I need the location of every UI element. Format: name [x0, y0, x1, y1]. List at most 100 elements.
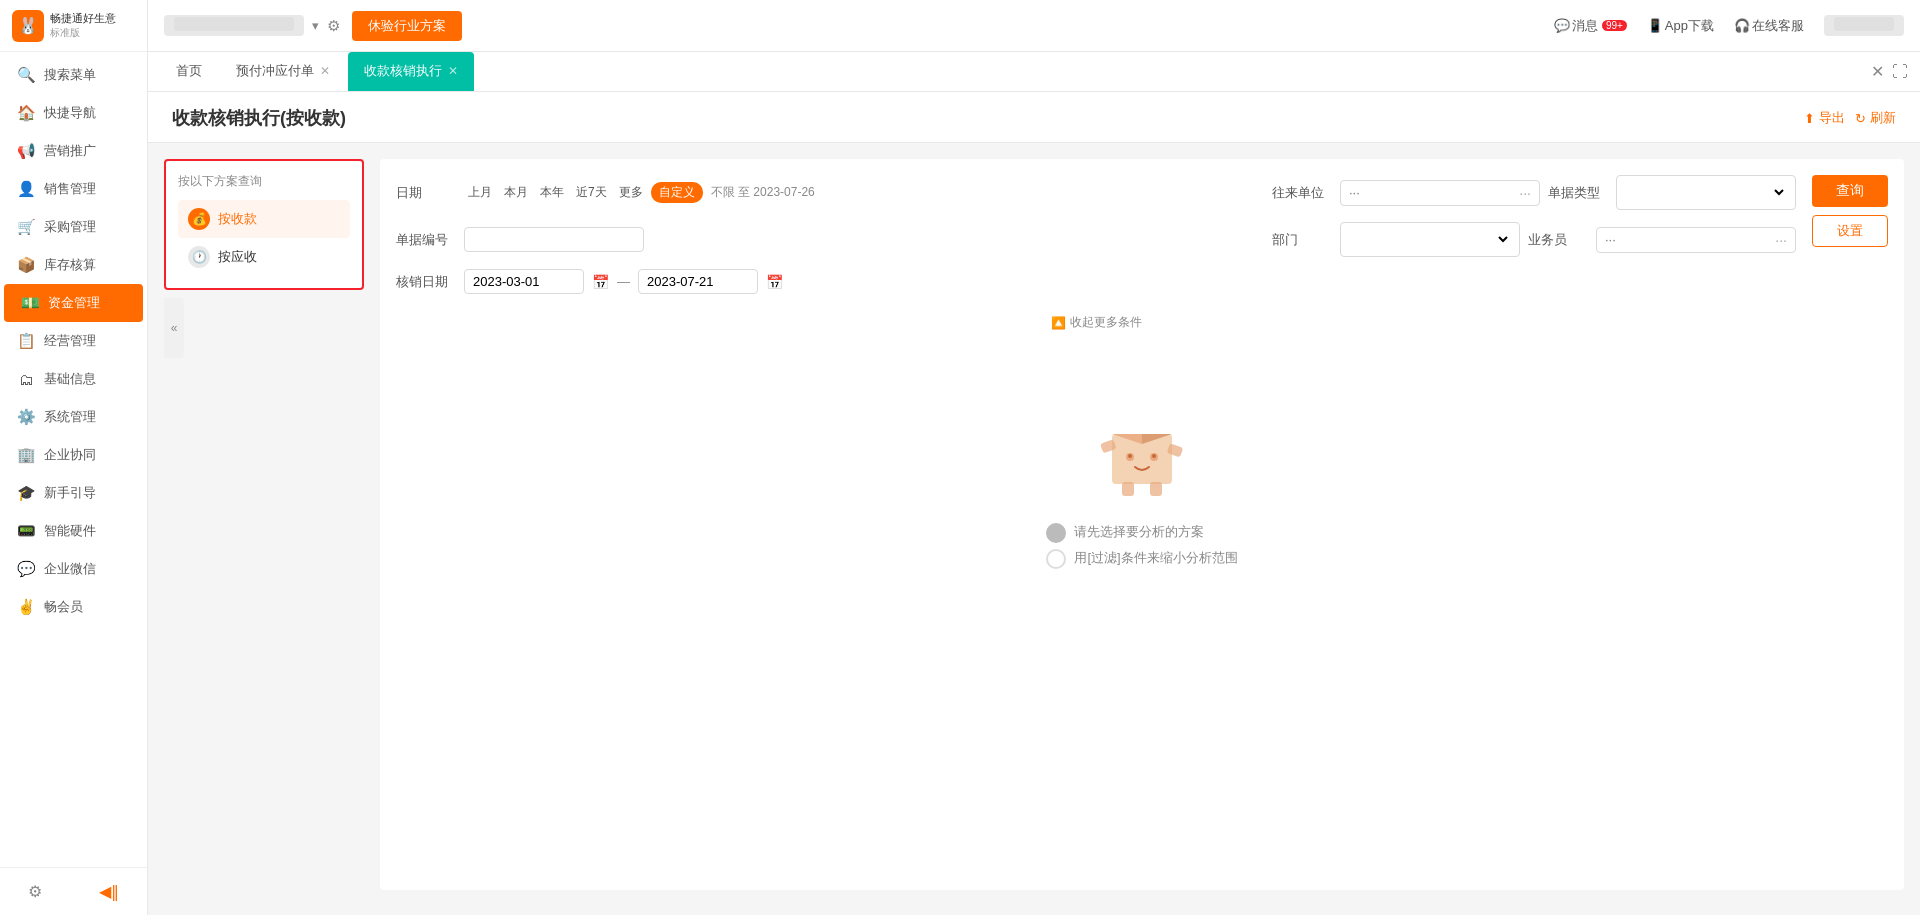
salesperson-input[interactable]	[1605, 232, 1775, 247]
sidebar-item-quick-nav[interactable]: 🏠 快捷导航	[0, 94, 147, 132]
doc-type-label: 单据类型	[1548, 184, 1608, 202]
empty-hint-1: 请先选择要分析的方案	[1046, 519, 1237, 545]
guide-icon: 🎓	[16, 484, 36, 502]
topbar-settings-icon[interactable]: ⚙	[327, 17, 340, 35]
doc-no-input[interactable]	[464, 227, 644, 252]
writeoff-date-col: 核销日期 📅 — 📅	[396, 269, 1796, 294]
writeoff-end-input[interactable]	[638, 269, 758, 294]
sidebar-item-wechat[interactable]: 💬 企业微信	[0, 550, 147, 588]
sidebar-item-purchase[interactable]: 🛒 采购管理	[0, 208, 147, 246]
date-btn-more[interactable]: 更多	[615, 182, 647, 203]
topbar-dropdown-icon[interactable]: ▾	[312, 18, 319, 33]
operations-icon: 📋	[16, 332, 36, 350]
headset-icon: 🎧	[1734, 18, 1750, 33]
content-area: 收款核销执行(按收款) ⬆ 导出 ↻ 刷新 按以下方案查询 💰	[148, 92, 1920, 915]
collapse-more-conditions[interactable]: 🔼 收起更多条件	[396, 306, 1796, 339]
inventory-icon: 📦	[16, 256, 36, 274]
industry-btn[interactable]: 休验行业方案	[352, 11, 462, 41]
marketing-icon: 📢	[16, 142, 36, 160]
enterprise-icon: 🏢	[16, 446, 36, 464]
writeoff-start-input[interactable]	[464, 269, 584, 294]
date-col: 日期 上月 本月 本年 近7天 更多 自定义	[396, 182, 1264, 203]
filter-by-receipt[interactable]: 💰 按收款	[178, 200, 350, 238]
settings-footer-icon[interactable]: ⚙	[28, 882, 42, 901]
salesperson-more-icon[interactable]: ···	[1775, 232, 1787, 248]
tab-home[interactable]: 首页	[160, 52, 218, 91]
quick-nav-icon: 🏠	[16, 104, 36, 122]
tab-receipt-close[interactable]: ✕	[448, 64, 458, 78]
date-separator: —	[617, 274, 630, 289]
svg-point-3	[1128, 454, 1132, 458]
counterpart-more-icon[interactable]: ···	[1519, 185, 1531, 201]
filter-box: 按以下方案查询 💰 按收款 🕐 按应收	[164, 159, 364, 290]
sidebar-item-inventory[interactable]: 📦 库存核算	[0, 246, 147, 284]
form-row-3: 核销日期 📅 — 📅	[396, 269, 1796, 294]
purchase-icon: 🛒	[16, 218, 36, 236]
wechat-icon: 💬	[16, 560, 36, 578]
sidebar-item-vip[interactable]: ✌ 畅会员	[0, 588, 147, 626]
filter-collapse-btn[interactable]: «	[164, 298, 184, 358]
app-download-btn[interactable]: 📱 App下载	[1647, 17, 1714, 35]
user-info[interactable]	[1824, 15, 1904, 36]
date-btn-this-month[interactable]: 本月	[500, 182, 532, 203]
collapse-sidebar-btn[interactable]: ◀‖	[99, 882, 119, 901]
action-buttons: 查询 设置	[1812, 175, 1888, 247]
settings-btn[interactable]: 设置	[1812, 215, 1888, 247]
sidebar-item-sales[interactable]: 👤 销售管理	[0, 170, 147, 208]
counterpart-input[interactable]	[1349, 185, 1519, 200]
filter-receivable-icon: 🕐	[188, 246, 210, 268]
tab-prepay[interactable]: 预付冲应付单 ✕	[220, 52, 346, 91]
filter-by-receivable[interactable]: 🕐 按应收	[178, 238, 350, 276]
tab-close-all-icon[interactable]: ✕	[1871, 62, 1884, 81]
sidebar-item-smart-hw[interactable]: 📟 智能硬件	[0, 512, 147, 550]
date-btn-this-year[interactable]: 本年	[536, 182, 568, 203]
form-row-1: 日期 上月 本月 本年 近7天 更多 自定义	[396, 175, 1796, 210]
collapse-more-icon: 🔼	[1051, 316, 1066, 330]
export-icon: ⬆	[1804, 111, 1815, 126]
sidebar-item-basic-info[interactable]: 🗂 基础信息	[0, 360, 147, 398]
sidebar-item-guide[interactable]: 🎓 新手引导	[0, 474, 147, 512]
empty-hint-2: 用[过滤]条件来缩小分析范围	[1046, 545, 1237, 571]
date-btn-7days[interactable]: 近7天	[572, 182, 611, 203]
main-area: ▾ ⚙ 休验行业方案 💬 消息 99+ 📱 App下载 🎧 在线客服	[148, 0, 1920, 915]
dept-col: 部门	[1272, 222, 1520, 257]
tab-expand-icon[interactable]: ⛶	[1892, 63, 1908, 81]
counterpart-label: 往来单位	[1272, 184, 1332, 202]
date-buttons: 上月 本月 本年 近7天 更多 自定义 不限 至 2023-07-26	[464, 182, 815, 203]
sidebar-item-system[interactable]: ⚙️ 系统管理	[0, 398, 147, 436]
page-header: 收款核销执行(按收款) ⬆ 导出 ↻ 刷新	[148, 92, 1920, 143]
date-range-text: 不限 至 2023-07-26	[711, 184, 815, 201]
doc-type-select[interactable]	[1625, 180, 1787, 205]
sidebar-item-finance[interactable]: 💵 资金管理	[4, 284, 143, 322]
sidebar: 🐰 畅捷通好生意 标准版 🔍 搜索菜单 🏠 快捷导航 📢 营销推广 👤 销售管理…	[0, 0, 148, 915]
message-btn[interactable]: 💬 消息 99+	[1554, 17, 1627, 35]
filter-receipt-icon: 💰	[188, 208, 210, 230]
doc-no-col: 单据编号	[396, 227, 1264, 252]
message-badge: 99+	[1602, 20, 1627, 31]
writeoff-end-calendar-icon[interactable]: 📅	[766, 274, 783, 290]
svg-rect-6	[1150, 482, 1162, 496]
sales-icon: 👤	[16, 180, 36, 198]
writeoff-date-label: 核销日期	[396, 273, 456, 291]
form-row-2: 单据编号 部门	[396, 222, 1796, 257]
date-btn-last-month[interactable]: 上月	[464, 182, 496, 203]
salesperson-input-wrap: ···	[1596, 227, 1796, 253]
export-btn[interactable]: ⬆ 导出	[1804, 109, 1845, 127]
sidebar-item-enterprise[interactable]: 🏢 企业协同	[0, 436, 147, 474]
tab-receipt[interactable]: 收款核销执行 ✕	[348, 52, 474, 91]
online-service-btn[interactable]: 🎧 在线客服	[1734, 17, 1804, 35]
tab-prepay-close[interactable]: ✕	[320, 64, 330, 78]
writeoff-start-calendar-icon[interactable]: 📅	[592, 274, 609, 290]
refresh-btn[interactable]: ↻ 刷新	[1855, 109, 1896, 127]
date-btn-custom[interactable]: 自定义	[651, 182, 703, 203]
salesperson-label: 业务员	[1528, 231, 1588, 249]
sidebar-item-marketing[interactable]: 📢 营销推广	[0, 132, 147, 170]
counterpart-col: 往来单位 ···	[1272, 180, 1540, 206]
doc-type-col: 单据类型	[1548, 175, 1796, 210]
sidebar-item-operations[interactable]: 📋 经营管理	[0, 322, 147, 360]
svg-point-4	[1152, 454, 1156, 458]
query-btn[interactable]: 查询	[1812, 175, 1888, 207]
dept-select[interactable]	[1349, 227, 1511, 252]
sidebar-item-search-menu[interactable]: 🔍 搜索菜单	[0, 56, 147, 94]
dept-select-wrap	[1340, 222, 1520, 257]
